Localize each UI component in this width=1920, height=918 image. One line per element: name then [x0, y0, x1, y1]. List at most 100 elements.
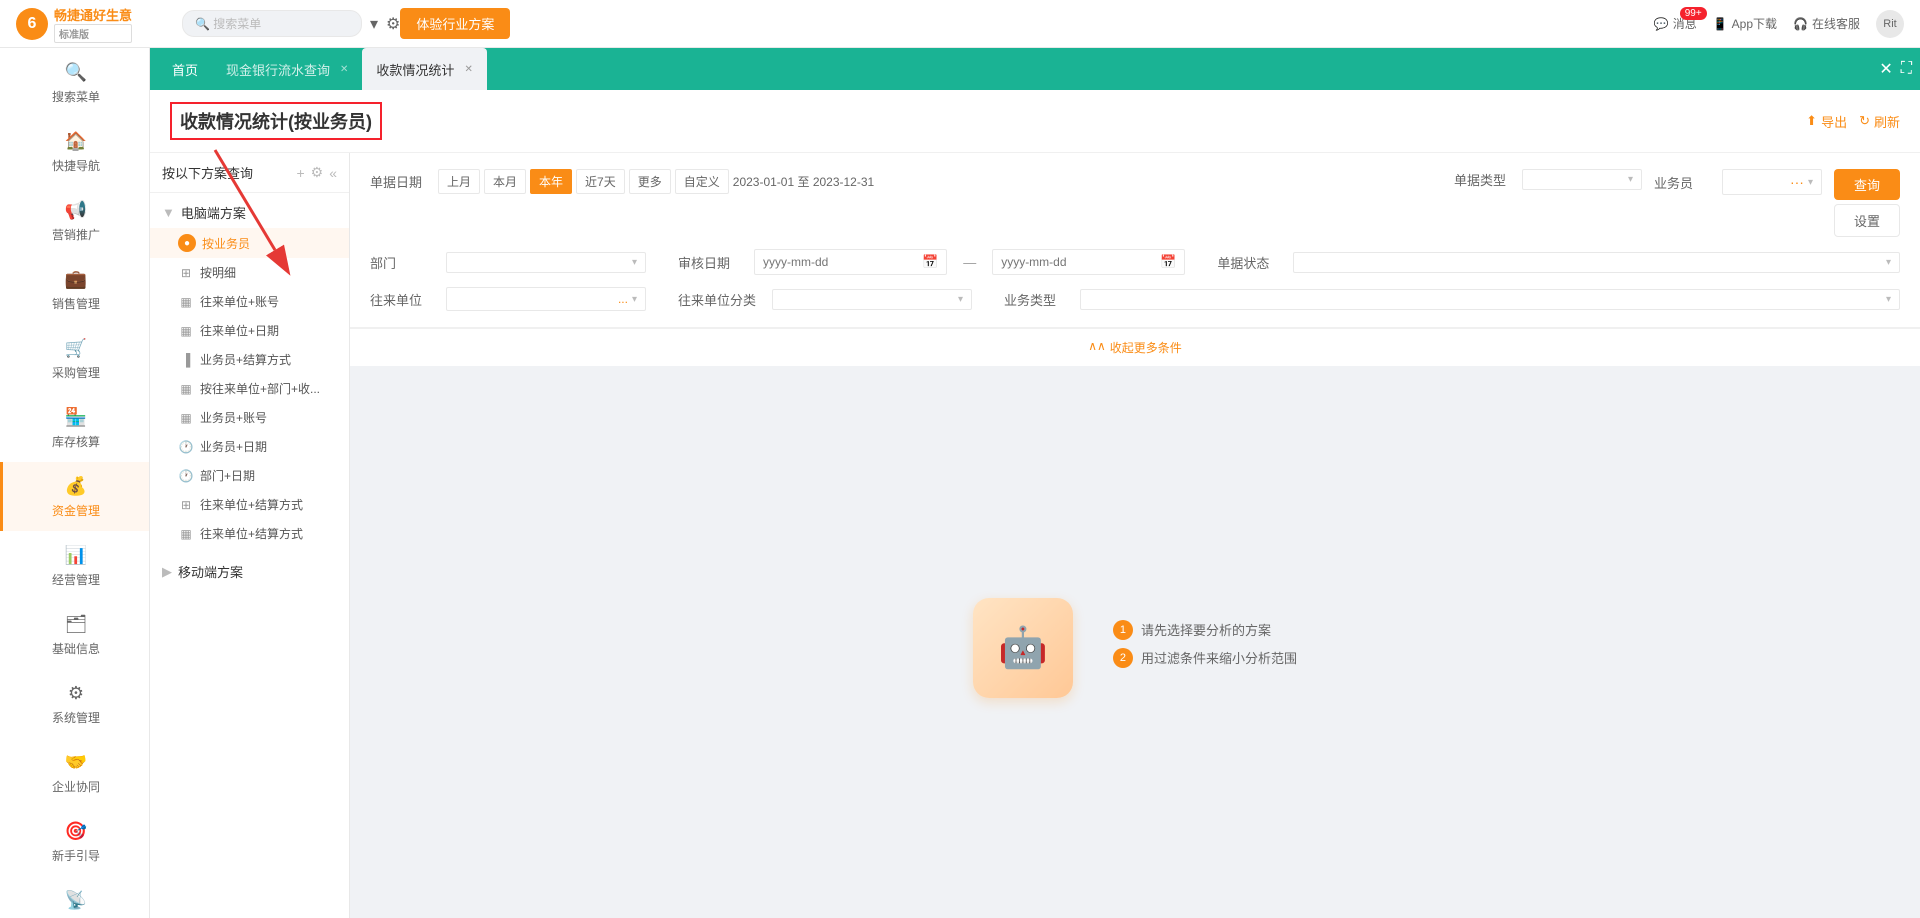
- sidebar-item-sales[interactable]: 💼 销售管理: [0, 255, 149, 324]
- doc-type-select[interactable]: ▾: [1522, 169, 1642, 190]
- sidebar-item-hardware[interactable]: 📡 智能硬件: [0, 876, 149, 918]
- filter-panel: 单据日期 上月 本月 本年 近7天 更多 自定义 2023-01-01 至 20…: [350, 153, 1920, 328]
- customer-label: 往来单位: [370, 290, 430, 309]
- sidebar-item-finance[interactable]: 💰 资金管理: [0, 462, 149, 531]
- tab-collection-stats[interactable]: 收款情况统计 ✕: [362, 48, 486, 90]
- review-date-end-input[interactable]: [1001, 255, 1156, 269]
- online-service-item[interactable]: 🎧 在线客服: [1793, 15, 1860, 32]
- add-scheme-button[interactable]: +: [296, 164, 304, 181]
- megaphone-icon: 📢: [64, 198, 88, 222]
- dept-chevron: ▾: [632, 257, 637, 268]
- tab-bank-flow-close[interactable]: ✕: [340, 64, 348, 75]
- tab-fullscreen-icon[interactable]: ⛶: [1901, 60, 1912, 78]
- scheme-item-salesperson-account[interactable]: ▦ 业务员+账号: [150, 403, 349, 432]
- panel-collapse-button[interactable]: «: [329, 164, 337, 181]
- database-icon: 🗂: [64, 612, 88, 636]
- sidebar-item-guide[interactable]: 🎯 新手引导: [0, 807, 149, 876]
- system-icon: ⚙: [64, 681, 88, 705]
- doc-status-select[interactable]: ▾: [1293, 252, 1900, 273]
- salesperson-more-icon[interactable]: ···: [1790, 174, 1804, 190]
- tab-bank-flow[interactable]: 现金银行流水查询 ✕: [212, 48, 362, 90]
- refresh-button[interactable]: ↻ 刷新: [1859, 112, 1900, 131]
- sidebar-item-enterprise[interactable]: 🤝 企业协同: [0, 738, 149, 807]
- scheme-item-dept-date[interactable]: 🕐 部门+日期: [150, 461, 349, 490]
- date-btn-last-month[interactable]: 上月: [438, 169, 480, 194]
- app-download-item[interactable]: 📱 App下载: [1713, 15, 1777, 32]
- desktop-scheme-header[interactable]: ▼ 电脑端方案: [150, 197, 349, 228]
- sidebar-item-inventory[interactable]: 🏪 库存核算: [0, 393, 149, 462]
- grid-icon-1: ⊞: [178, 497, 194, 513]
- scheme-item-detail[interactable]: ⊞ 按明细: [150, 258, 349, 287]
- customer-select[interactable]: ... ▾: [446, 287, 646, 311]
- scheme-item-partner-settlement-1[interactable]: ⊞ 往来单位+结算方式: [150, 490, 349, 519]
- page-title: 收款情况统计(按业务员): [170, 102, 382, 140]
- trial-button[interactable]: 体验行业方案: [400, 8, 510, 39]
- sidebar-item-search[interactable]: 🔍 搜索菜单: [0, 48, 149, 117]
- salesperson-select[interactable]: ··· ▾: [1722, 169, 1822, 195]
- doc-status-label: 单据状态: [1217, 253, 1277, 272]
- filter-settings-button[interactable]: 设置: [1834, 204, 1900, 237]
- review-date-end[interactable]: 📅: [992, 249, 1185, 275]
- filter-row-1: 单据日期 上月 本月 本年 近7天 更多 自定义 2023-01-01 至 20…: [370, 169, 1900, 237]
- mobile-scheme-header[interactable]: ▶ 移动端方案: [150, 556, 349, 587]
- scheme-item-partner-dept[interactable]: ▦ 按往来单位+部门+收...: [150, 374, 349, 403]
- desktop-scheme-label: 电脑端方案: [181, 203, 246, 222]
- tab-home[interactable]: 首页: [158, 48, 212, 90]
- sidebar-item-shortcut[interactable]: 🏠 快捷导航: [0, 117, 149, 186]
- tab-collection-stats-close[interactable]: ✕: [464, 64, 472, 75]
- date-btn-more[interactable]: 更多: [629, 169, 671, 194]
- main-layout: 🔍 搜索菜单 🏠 快捷导航 📢 营销推广 💼 销售管理 🛒 采购管理 🏪 库存核…: [0, 48, 1920, 918]
- scheme-item-partner-settlement-2[interactable]: ▦ 往来单位+结算方式: [150, 519, 349, 548]
- date-separator: —: [963, 255, 976, 270]
- calendar-icon-1: 📅: [922, 254, 938, 270]
- sidebar-item-operations[interactable]: 📊 经营管理: [0, 531, 149, 600]
- purchase-icon: 🛒: [64, 336, 88, 360]
- export-button[interactable]: ⬆ 导出: [1806, 112, 1847, 131]
- biz-type-select[interactable]: ▾: [1080, 289, 1900, 310]
- sidebar-item-basic-info[interactable]: 🗂 基础信息: [0, 600, 149, 669]
- date-btn-7days[interactable]: 近7天: [576, 169, 625, 194]
- sidebar-item-purchase[interactable]: 🛒 采购管理: [0, 324, 149, 393]
- dept-select[interactable]: ▾: [446, 252, 646, 273]
- settings-gear-icon[interactable]: ⚙: [386, 14, 400, 34]
- review-date-start[interactable]: 📅: [754, 249, 947, 275]
- empty-step-2: 2 用过滤条件来缩小分析范围: [1113, 648, 1297, 668]
- scheme-item-partner-account[interactable]: ▦ 往来单位+账号: [150, 287, 349, 316]
- dept-label: 部门: [370, 253, 430, 272]
- search-icon: 🔍: [64, 60, 88, 84]
- header-right: 💬 消息 99+ 📱 App下载 🎧 在线客服 Rit: [1654, 10, 1904, 38]
- table-icon-4: ▦: [178, 410, 194, 426]
- chevron-right-icon: ▶: [162, 564, 172, 580]
- tab-close-all-icon[interactable]: ✕: [1879, 59, 1892, 79]
- sidebar-item-marketing[interactable]: 📢 营销推广: [0, 186, 149, 255]
- user-avatar[interactable]: Rit: [1876, 10, 1904, 38]
- filter-row-3: 往来单位 ... ▾ 往来单位分类 ▾ 业务类型: [370, 287, 1900, 311]
- header-dropdown-button[interactable]: ▾: [370, 14, 378, 34]
- customer-more-icon[interactable]: ...: [618, 292, 628, 306]
- collapse-more-bar[interactable]: ∧∧ 收起更多条件: [350, 328, 1920, 366]
- date-btn-this-year[interactable]: 本年: [530, 169, 572, 194]
- date-btn-this-month[interactable]: 本月: [484, 169, 526, 194]
- scheme-item-salesperson[interactable]: ● 按业务员: [150, 228, 349, 258]
- scheme-item-partner-date[interactable]: ▦ 往来单位+日期: [150, 316, 349, 345]
- scheme-item-salesperson-date[interactable]: 🕐 业务员+日期: [150, 432, 349, 461]
- salesperson-chevron: ▾: [1808, 177, 1813, 188]
- review-date-start-input[interactable]: [763, 255, 918, 269]
- scheme-item-salesperson-settlement[interactable]: ▐ 业务员+结算方式: [150, 345, 349, 374]
- step-2-number: 2: [1113, 648, 1133, 668]
- sidebar-item-system[interactable]: ⚙ 系统管理: [0, 669, 149, 738]
- empty-text: 1 请先选择要分析的方案 2 用过滤条件来缩小分析范围: [1113, 620, 1297, 676]
- message-item[interactable]: 💬 消息 99+: [1654, 15, 1697, 32]
- scheme-settings-button[interactable]: ⚙: [311, 164, 324, 181]
- page-content: 收款情况统计(按业务员) ⬆ 导出 ↻ 刷新 按以下: [150, 90, 1920, 918]
- header-center: 🔍 搜索菜单 ▾ ⚙: [182, 10, 400, 37]
- bar-icon: ▐: [178, 352, 194, 368]
- content-area: 首页 现金银行流水查询 ✕ 收款情况统计 ✕ ✕ ⛶ 收款情况统计(按业务员): [150, 48, 1920, 918]
- message-icon: 💬: [1654, 17, 1669, 31]
- customer-category-select[interactable]: ▾: [772, 289, 972, 310]
- query-button[interactable]: 查询: [1834, 169, 1900, 200]
- top-header: 6 畅捷通好生意 标准版 🔍 搜索菜单 ▾ ⚙ 体验行业方案 💬 消息 99+ …: [0, 0, 1920, 48]
- mobile-scheme-group: ▶ 移动端方案: [150, 552, 349, 591]
- date-btn-custom[interactable]: 自定义: [675, 169, 729, 194]
- empty-step-1: 1 请先选择要分析的方案: [1113, 620, 1297, 640]
